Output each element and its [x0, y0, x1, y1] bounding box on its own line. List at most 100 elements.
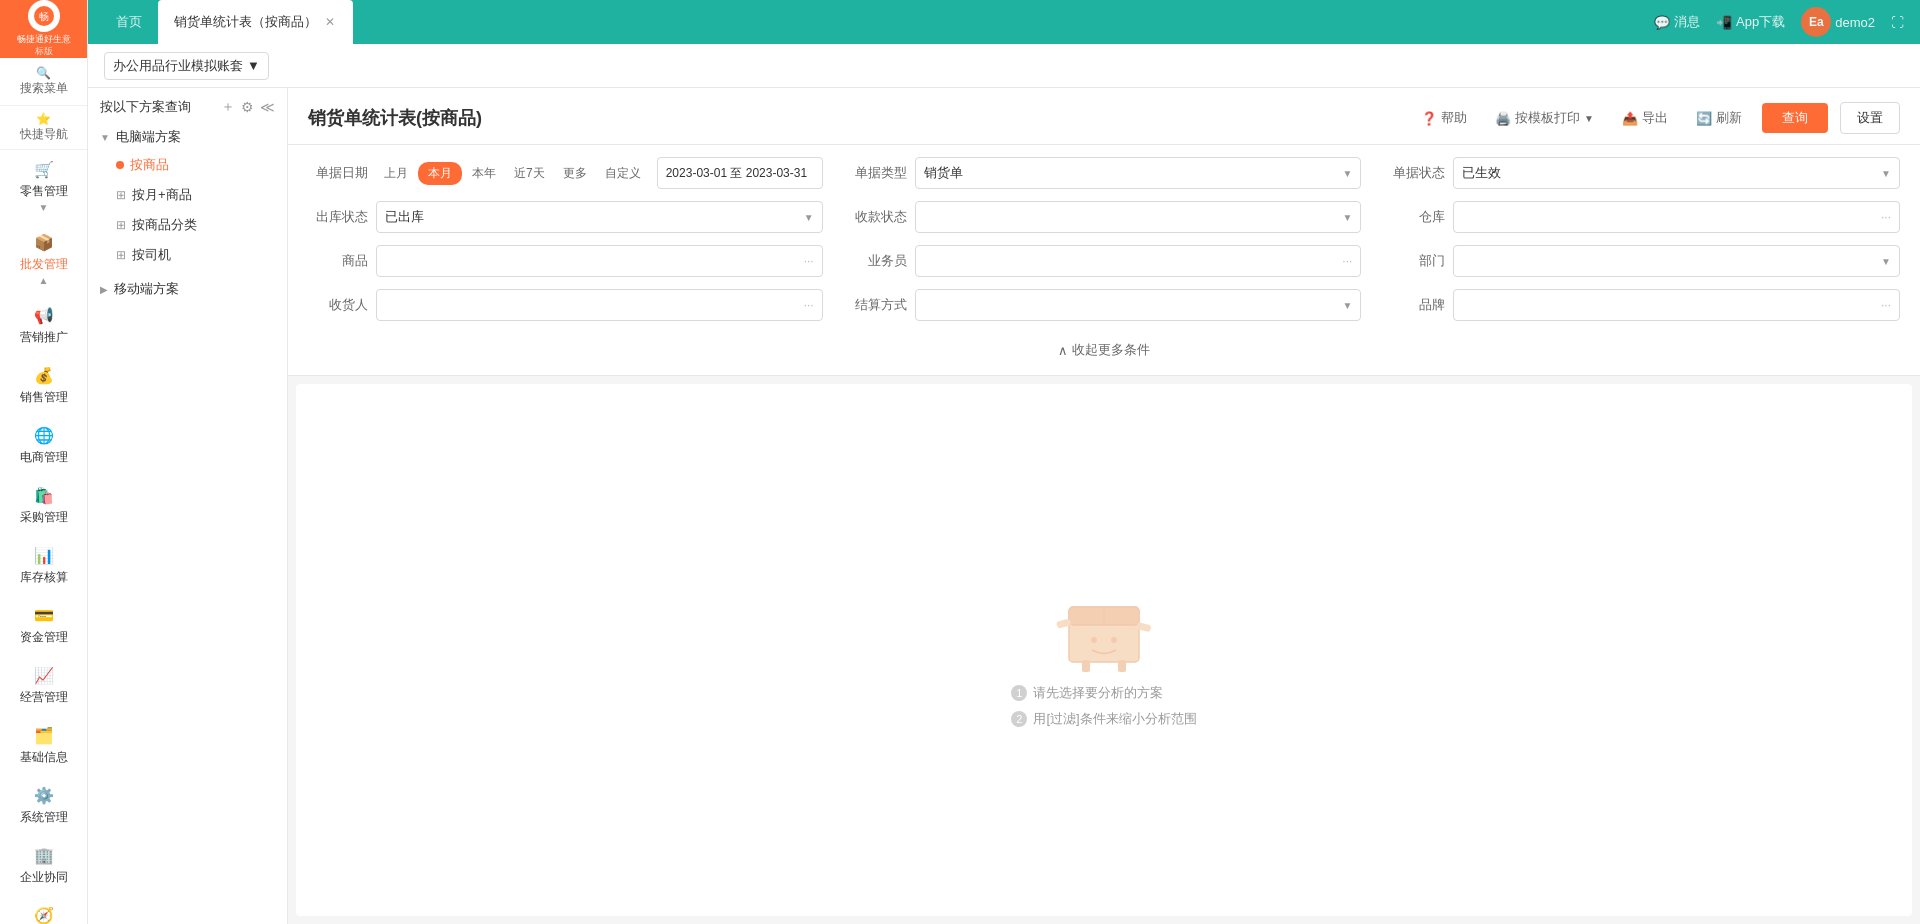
wholesale-label: 批发管理: [20, 256, 68, 273]
department-input[interactable]: ▼: [1453, 245, 1900, 277]
help-label: 帮助: [1441, 109, 1467, 127]
sidebar-item-retail[interactable]: 🛒 零售管理 ▼: [0, 150, 87, 223]
system-label: 系统管理: [20, 809, 68, 826]
sidebar-item-system[interactable]: ⚙️ 系统管理: [0, 776, 87, 836]
topbar-restore[interactable]: ⛶: [1891, 15, 1904, 30]
close-tab-icon[interactable]: ✕: [323, 13, 337, 31]
user-name: demo2: [1835, 15, 1875, 30]
date-tab-7-days[interactable]: 近7天: [506, 161, 553, 186]
enterprise-label: 企业协同: [20, 869, 68, 886]
left-panel: 按以下方案查询 ＋ ⚙ ≪ ▼ 电脑端方案 按商品 ⊞: [88, 88, 288, 924]
sidebar-item-purchase[interactable]: 🛍️ 采购管理: [0, 476, 87, 536]
tip-text-1: 请先选择要分析的方案: [1033, 684, 1163, 702]
sidebar-item-inventory[interactable]: 📊 库存核算: [0, 536, 87, 596]
topbar-app-download[interactable]: 📲 App下载: [1716, 13, 1785, 31]
sidebar: 畅 畅捷通好生意 标版 🔍 搜索菜单 ⭐ 快捷导航 🛒 零售管理 ▼ 📦 批发管…: [0, 0, 88, 924]
scheme-item-by-unit[interactable]: ⊞ 按司机: [88, 240, 287, 270]
scheme-item-by-month-product[interactable]: ⊞ 按月+商品: [88, 180, 287, 210]
filter-item-doc-type: 单据类型 销货单 ▼: [847, 157, 1362, 189]
app-logo[interactable]: 畅 畅捷通好生意 标版: [0, 0, 88, 58]
finance-icon: 💳: [34, 606, 54, 625]
search-menu[interactable]: 🔍 搜索菜单: [0, 58, 87, 106]
ecommerce-label: 电商管理: [20, 449, 68, 466]
export-label: 导出: [1642, 109, 1668, 127]
topbar-user[interactable]: Ea demo2: [1801, 7, 1875, 37]
tab-sales-stat[interactable]: 销货单统计表（按商品） ✕: [158, 0, 353, 44]
brand-input[interactable]: ···: [1453, 289, 1900, 321]
collapse-conditions[interactable]: ∧ 收起更多条件: [308, 333, 1900, 363]
scheme-item-by-category[interactable]: ⊞ 按商品分类: [88, 210, 287, 240]
tab-home[interactable]: 首页: [100, 0, 158, 44]
settlement-input[interactable]: ▼: [915, 289, 1362, 321]
header-bar: 办公用品行业模拟账套 ▼: [88, 44, 1920, 88]
date-tab-last-month[interactable]: 上月: [376, 161, 416, 186]
out-status-input[interactable]: 已出库 ▼: [376, 201, 823, 233]
retail-label: 零售管理: [20, 183, 68, 200]
date-tab-this-month[interactable]: 本月: [418, 162, 462, 185]
doc-status-input[interactable]: 已生效 ▼: [1453, 157, 1900, 189]
date-range-input[interactable]: 2023-03-01 至 2023-03-31: [657, 157, 823, 189]
help-icon: ❓: [1421, 111, 1437, 126]
sidebar-item-sales[interactable]: 💰 销售管理: [0, 356, 87, 416]
user-avatar: Ea: [1801, 7, 1831, 37]
sidebar-item-marketing[interactable]: 📢 营销推广: [0, 296, 87, 356]
salesperson-input[interactable]: ···: [915, 245, 1362, 277]
empty-tip-2: 2 用[过滤]条件来缩小分析范围: [1011, 710, 1196, 728]
sidebar-item-enterprise[interactable]: 🏢 企业协同: [0, 836, 87, 896]
settings-button[interactable]: 设置: [1840, 102, 1900, 134]
recipient-input[interactable]: ···: [376, 289, 823, 321]
date-tab-custom[interactable]: 自定义: [597, 161, 649, 186]
settlement-arrow-icon: ▼: [1342, 300, 1352, 311]
doc-type-input[interactable]: 销货单 ▼: [915, 157, 1362, 189]
collapse-panel-icon[interactable]: ≪: [260, 99, 275, 115]
settings-scheme-icon[interactable]: ⚙: [241, 99, 254, 115]
basic-label: 基础信息: [20, 749, 68, 766]
scheme-group-desktop-header[interactable]: ▼ 电脑端方案: [88, 122, 287, 150]
svg-point-5: [1091, 637, 1097, 643]
department-label: 部门: [1385, 252, 1445, 270]
filter-item-out-status: 出库状态 已出库 ▼: [308, 201, 823, 233]
product-input[interactable]: ···: [376, 245, 823, 277]
scheme-item-by-product[interactable]: 按商品: [88, 150, 287, 180]
sales-icon: 💰: [34, 366, 54, 385]
page-title-bar: 销货单统计表(按商品) ❓ 帮助 🖨️ 按模板打印 ▼ 📤 导出: [288, 88, 1920, 145]
industry-selector[interactable]: 办公用品行业模拟账套 ▼: [104, 52, 269, 80]
date-filter: 上月 本月 本年 近7天 更多 自定义 2023-03-01 至 2023-03…: [376, 157, 823, 189]
page-title: 销货单统计表(按商品): [308, 106, 482, 130]
wholesale-arrow: ▲: [39, 275, 49, 286]
scheme-group-mobile: ▶ 移动端方案: [88, 274, 287, 306]
tip-num-1: 1: [1011, 685, 1027, 701]
enterprise-icon: 🏢: [34, 846, 54, 865]
filter-item-department: 部门 ▼: [1385, 245, 1900, 277]
date-tab-more[interactable]: 更多: [555, 161, 595, 186]
warehouse-ellipsis-icon: ···: [1881, 210, 1891, 224]
date-tab-this-year[interactable]: 本年: [464, 161, 504, 186]
refresh-icon: 🔄: [1696, 111, 1712, 126]
print-button[interactable]: 🖨️ 按模板打印 ▼: [1487, 105, 1602, 131]
add-scheme-icon[interactable]: ＋: [221, 98, 235, 116]
sidebar-item-finance[interactable]: 💳 资金管理: [0, 596, 87, 656]
topbar-message[interactable]: 💬 消息: [1654, 13, 1700, 31]
print-label: 按模板打印: [1515, 109, 1580, 127]
page-actions: ❓ 帮助 🖨️ 按模板打印 ▼ 📤 导出 🔄 刷新: [1413, 102, 1900, 144]
sidebar-item-basic[interactable]: 🗂️ 基础信息: [0, 716, 87, 776]
query-button[interactable]: 查询: [1762, 103, 1828, 133]
export-button[interactable]: 📤 导出: [1614, 105, 1676, 131]
retail-arrow: ▼: [39, 202, 49, 213]
sidebar-item-guide[interactable]: 🧭 新手引导: [0, 896, 87, 924]
refresh-button[interactable]: 🔄 刷新: [1688, 105, 1750, 131]
scheme-group-desktop: ▼ 电脑端方案 按商品 ⊞ 按月+商品 ⊞ 按商品分类 ⊞ 按司机: [88, 122, 287, 274]
quick-nav[interactable]: ⭐ 快捷导航: [0, 106, 87, 150]
desktop-group-label: 电脑端方案: [116, 128, 181, 146]
scheme-group-mobile-header[interactable]: ▶ 移动端方案: [88, 274, 287, 302]
warehouse-input[interactable]: ···: [1453, 201, 1900, 233]
sidebar-item-ecommerce[interactable]: 🌐 电商管理: [0, 416, 87, 476]
payment-status-input[interactable]: ▼: [915, 201, 1362, 233]
sidebar-item-wholesale[interactable]: 📦 批发管理 ▲: [0, 223, 87, 296]
mobile-group-arrow: ▶: [100, 284, 108, 295]
help-button[interactable]: ❓ 帮助: [1413, 105, 1475, 131]
salesperson-label: 业务员: [847, 252, 907, 270]
sidebar-item-operation[interactable]: 📈 经营管理: [0, 656, 87, 716]
tip-num-2: 2: [1011, 711, 1027, 727]
message-label: 消息: [1674, 13, 1700, 31]
